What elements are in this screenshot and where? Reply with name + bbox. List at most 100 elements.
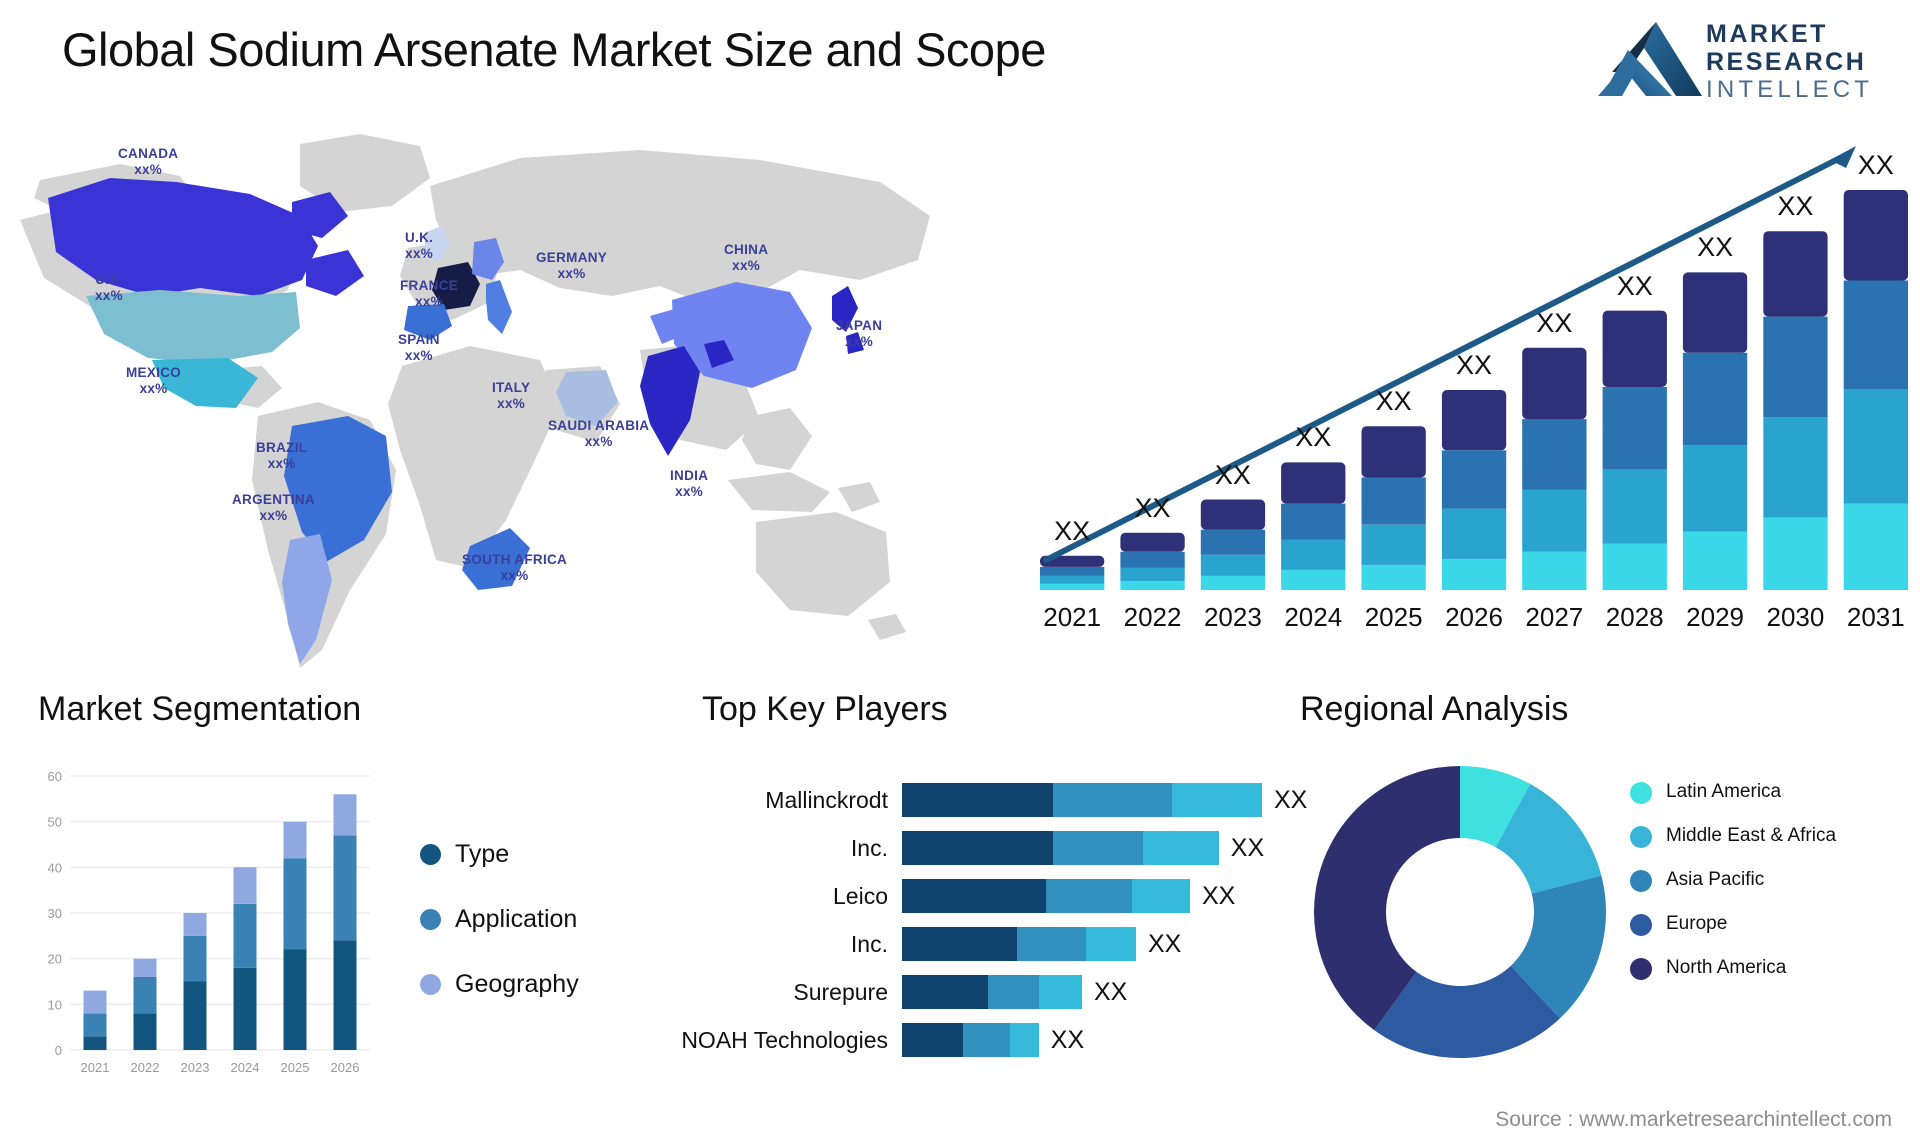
region-legend-color-dot [1630,782,1652,804]
forecast-value-label: XX [1054,515,1091,546]
page-title: Global Sodium Arsenate Market Size and S… [62,23,1046,76]
map-label-germany: GERMANY xx% [536,250,607,282]
forecast-bar-segment [1763,517,1828,590]
forecast-bar-segment [1602,310,1667,387]
forecast-bar-segment [1361,477,1426,525]
player-bar-segment [1143,831,1219,865]
map-country-name: FRANCE [400,278,459,293]
header: Global Sodium Arsenate Market Size and S… [0,0,1920,120]
player-bar-segment [902,831,1054,865]
region-legend-label: North America [1666,957,1787,978]
region-legend-item: Europe [1630,912,1836,936]
map-country-name: U.K. [405,230,434,245]
forecast-year-label: 2026 [1445,602,1503,632]
map-country-name: BRAZIL [256,440,308,455]
map-country-value: xx% [557,265,586,281]
region-legend-label: Europe [1666,913,1728,934]
player-row: Leico XX [620,872,1320,920]
forecast-year-label: 2028 [1605,602,1664,632]
seg-legend-item: Geography [420,970,579,999]
seg-legend-item: Type [420,840,579,869]
player-bar-segment [1009,1023,1039,1057]
player-bar [902,975,1082,1009]
top-key-players-panel: Top Key Players Mallinckrodt XX Inc. XX Leic… [620,690,1320,1140]
player-name: Surepure [793,978,888,1005]
forecast-bar-segment [1682,531,1748,590]
seg-legend-color-dot [420,909,441,930]
logo-line-intellect: INTELLECT [1706,76,1874,103]
player-bar-segment [1046,879,1133,913]
seg-x-tick-label: 2024 [231,1060,260,1075]
map-country-value: xx% [497,395,526,411]
forecast-value-label: XX [1455,350,1492,380]
map-country-name: MEXICO [126,365,182,380]
player-value-label: XX [1202,881,1236,910]
forecast-year-label: 2031 [1846,602,1905,632]
map-label-japan: JAPAN xx% [836,318,882,350]
forecast-bar-segment [1361,524,1426,565]
player-bar [902,879,1190,913]
player-bar-segment [902,879,1046,913]
seg-bar-segment [333,940,357,1050]
player-name: Mallinckrodt [765,786,888,813]
player-value-label: XX [1094,977,1128,1006]
world-map-panel: CANADA xx% U.S. xx% MEXICO xx% BRAZIL xx% ARGENT… [0,120,960,680]
forecast-bar-segment [1682,445,1748,532]
forecast-bar-segment [1120,532,1185,552]
region-legend-item: Middle East & Africa [1630,824,1836,848]
seg-bar-segment [183,981,207,1050]
forecast-bar-segment [1602,543,1667,590]
seg-legend-label: Type [455,840,510,868]
market-segmentation-title: Market Segmentation [38,690,362,728]
player-row: Surepure XX [620,968,1320,1016]
player-row: Inc. XX [620,920,1320,968]
region-legend-label: Middle East & Africa [1666,825,1837,846]
map-country-name: GERMANY [536,250,608,265]
seg-y-tick-label: 0 [55,1043,62,1058]
seg-y-tick-label: 10 [48,997,62,1012]
seg-bar-segment [233,967,257,1050]
forecast-year-label: 2025 [1364,602,1423,632]
seg-legend-label: Application [455,905,578,933]
seg-y-tick-label: 20 [48,952,62,967]
seg-x-tick-label: 2023 [181,1060,210,1075]
seg-bar-segment [133,1013,157,1050]
forecast-bar-segment [1281,539,1346,570]
player-bar [902,927,1136,961]
forecast-bar-segment [1682,272,1748,353]
map-country-value: xx% [584,433,613,449]
region-legend-color-dot [1630,958,1652,980]
forecast-bar-segment [1763,417,1828,518]
map-country-name: JAPAN [836,318,883,333]
map-label-india: INDIA xx% [670,468,708,500]
map-label-spain: SPAIN xx% [398,332,440,364]
regional-analysis-panel: Regional Analysis Latin America Middle Ea… [1300,690,1920,1140]
forecast-bar-segment [1843,280,1908,389]
seg-bar-segment [283,858,307,950]
top-key-players-rows: Mallinckrodt XX Inc. XX Leico XX Inc. XX Surepur… [620,776,1320,1064]
forecast-bar-segment [1763,231,1828,317]
market-segmentation-legend: Type Application Geography [420,840,579,1035]
forecast-year-label: 2030 [1766,602,1825,632]
forecast-year-label: 2023 [1203,602,1262,632]
forecast-bar-segment [1281,569,1346,590]
forecast-bar-segment [1522,551,1587,590]
seg-bar-segment [83,1036,107,1050]
map-country-name: ITALY [492,380,531,395]
player-bar-segment [1171,783,1262,817]
map-country-value: xx% [134,161,163,177]
forecast-bar-segment [1682,352,1748,446]
region-legend-item: Asia Pacific [1630,868,1836,892]
forecast-bar-segment [1281,462,1346,504]
market-segmentation-panel: Market Segmentation 0 10 20 30 40 50 60 2021 20… [20,690,640,1140]
map-country-value: xx% [267,455,296,471]
map-country-name: U.S. [95,272,123,287]
player-row: Mallinckrodt XX [620,776,1320,824]
seg-bar-segment [83,1013,107,1037]
forecast-year-label: 2029 [1686,602,1744,632]
forecast-bar-segment [1120,567,1185,581]
map-country-name: INDIA [670,468,709,483]
forecast-year-label: 2024 [1284,602,1343,632]
player-bar-segment [902,927,1018,961]
top-key-players-title: Top Key Players [702,690,948,728]
